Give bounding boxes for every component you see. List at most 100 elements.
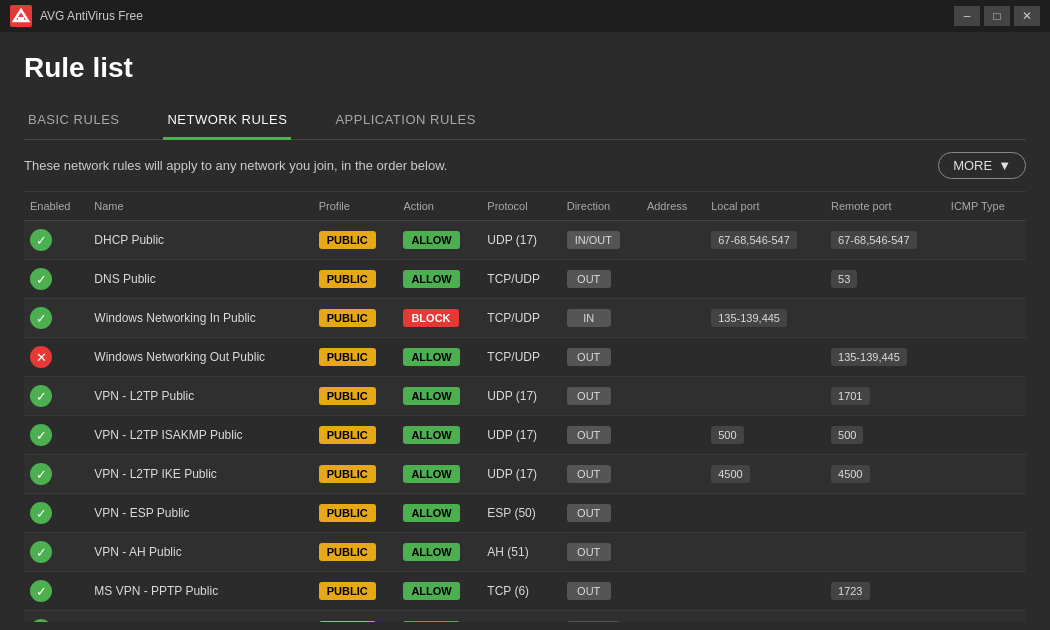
tab-application-rules[interactable]: APPLICATION RULES [331,104,479,140]
info-text: These network rules will apply to any ne… [24,158,447,173]
table-row[interactable]: ✓VPN - L2TP IKE PublicPUBLICALLOWUDP (17… [24,455,1026,494]
enabled-icon[interactable]: ✓ [30,502,52,524]
cell-local-port: 4500 [705,455,825,494]
cell-name: VPN - L2TP Public [88,377,312,416]
cell-enabled: ✓ [24,221,88,260]
cell-protocol: UDP (17) [481,416,560,455]
cell-remote-port: 135-139,445 [825,338,945,377]
profile-badge: PUBLIC [319,348,376,366]
cell-icmp [945,299,1026,338]
enabled-icon[interactable]: ✓ [30,385,52,407]
cell-direction: OUT [561,260,641,299]
cell-name: GRE Public [88,611,312,623]
cell-icmp [945,611,1026,623]
table-row[interactable]: ✓DNS PublicPUBLICALLOWTCP/UDPOUT53 [24,260,1026,299]
cell-action: ALLOW [397,533,481,572]
cell-enabled: ✓ [24,416,88,455]
cell-icmp [945,377,1026,416]
cell-action: BLOCK [397,299,481,338]
cell-icmp [945,533,1026,572]
enabled-icon[interactable]: ✓ [30,541,52,563]
remote-port-badge: 67-68,546-547 [831,231,917,249]
table-row[interactable]: ✓DHCP PublicPUBLICALLOWUDP (17)IN/OUT67-… [24,221,1026,260]
enabled-icon[interactable]: ✓ [30,580,52,602]
cell-protocol: TCP/UDP [481,299,560,338]
cell-address [641,494,705,533]
cell-icmp [945,455,1026,494]
table-row[interactable]: ✕Windows Networking Out PublicPUBLICALLO… [24,338,1026,377]
cell-direction: OUT [561,533,641,572]
local-port-badge: 500 [711,426,743,444]
action-badge: ALLOW [403,543,459,561]
profile-badge: PUBLIC [319,309,376,327]
tab-basic-rules[interactable]: BASIC RULES [24,104,123,140]
table-row[interactable]: ✓VPN - L2TP ISAKMP PublicPUBLICALLOWUDP … [24,416,1026,455]
cell-icmp [945,572,1026,611]
maximize-button[interactable]: □ [984,6,1010,26]
rules-table-wrap[interactable]: Enabled Name Profile Action Protocol Dir… [24,192,1026,622]
profile-badge: PUBLIC [319,621,376,622]
cell-local-port [705,260,825,299]
titlebar-controls: – □ ✕ [954,6,1040,26]
cell-local-port [705,533,825,572]
profile-badge: PUBLIC [319,543,376,561]
more-button[interactable]: MORE ▼ [938,152,1026,179]
enabled-icon[interactable]: ✓ [30,268,52,290]
titlebar-left: AVG AntiVirus Free [10,5,143,27]
cell-name: DHCP Public [88,221,312,260]
table-row[interactable]: ✓Windows Networking In PublicPUBLICBLOCK… [24,299,1026,338]
tab-network-rules[interactable]: NETWORK RULES [163,104,291,140]
cell-address [641,572,705,611]
direction-badge: OUT [567,465,611,483]
disabled-icon[interactable]: ✕ [30,346,52,368]
direction-badge: OUT [567,348,611,366]
table-row[interactable]: ✓GRE PublicPUBLICALLOWGRE (47)IN/OUT [24,611,1026,623]
cell-enabled: ✓ [24,455,88,494]
col-protocol: Protocol [481,192,560,221]
cell-local-port [705,572,825,611]
cell-action: ALLOW [397,494,481,533]
enabled-icon[interactable]: ✓ [30,424,52,446]
profile-badge: PUBLIC [319,231,376,249]
profile-badge: PUBLIC [319,270,376,288]
minimize-button[interactable]: – [954,6,980,26]
cell-action: ALLOW [397,377,481,416]
cell-enabled: ✓ [24,611,88,623]
cell-remote-port: 53 [825,260,945,299]
enabled-icon[interactable]: ✓ [30,307,52,329]
enabled-icon[interactable]: ✓ [30,463,52,485]
table-row[interactable]: ✓ VPN - L2TP Public PUBLIC ALLOW UDP (17)OUT… [24,377,1026,416]
cell-address [641,455,705,494]
cell-profile: PUBLIC [313,260,398,299]
cell-profile: PUBLIC [313,455,398,494]
cell-name: DNS Public [88,260,312,299]
cell-address [641,611,705,623]
table-row[interactable]: ✓VPN - AH PublicPUBLICALLOWAH (51)OUT [24,533,1026,572]
cell-direction: OUT [561,416,641,455]
cell-action: ALLOW [397,455,481,494]
cell-remote-port: 500 [825,416,945,455]
enabled-icon[interactable]: ✓ [30,229,52,251]
profile-badge: PUBLIC [319,387,376,405]
cell-profile: PUBLIC [313,533,398,572]
cell-action: ALLOW [397,416,481,455]
action-badge: ALLOW [403,231,459,249]
enabled-icon[interactable]: ✓ [30,619,52,622]
cell-address [641,533,705,572]
action-badge: ALLOW [403,426,459,444]
close-button[interactable]: ✕ [1014,6,1040,26]
action-badge: ALLOW [403,387,459,405]
cell-protocol: UDP (17) [481,377,560,416]
cell-enabled: ✓ [24,572,88,611]
col-remote-port: Remote port [825,192,945,221]
cell-enabled: ✓ [24,260,88,299]
table-row[interactable]: ✓MS VPN - PPTP PublicPUBLICALLOWTCP (6)O… [24,572,1026,611]
cell-remote-port [825,494,945,533]
cell-direction: OUT [561,377,641,416]
cell-icmp [945,338,1026,377]
cell-remote-port: 4500 [825,455,945,494]
table-row[interactable]: ✓VPN - ESP PublicPUBLICALLOWESP (50)OUT [24,494,1026,533]
avg-logo-icon [10,5,32,27]
cell-direction: IN [561,299,641,338]
direction-badge: IN/OUT [567,231,620,249]
